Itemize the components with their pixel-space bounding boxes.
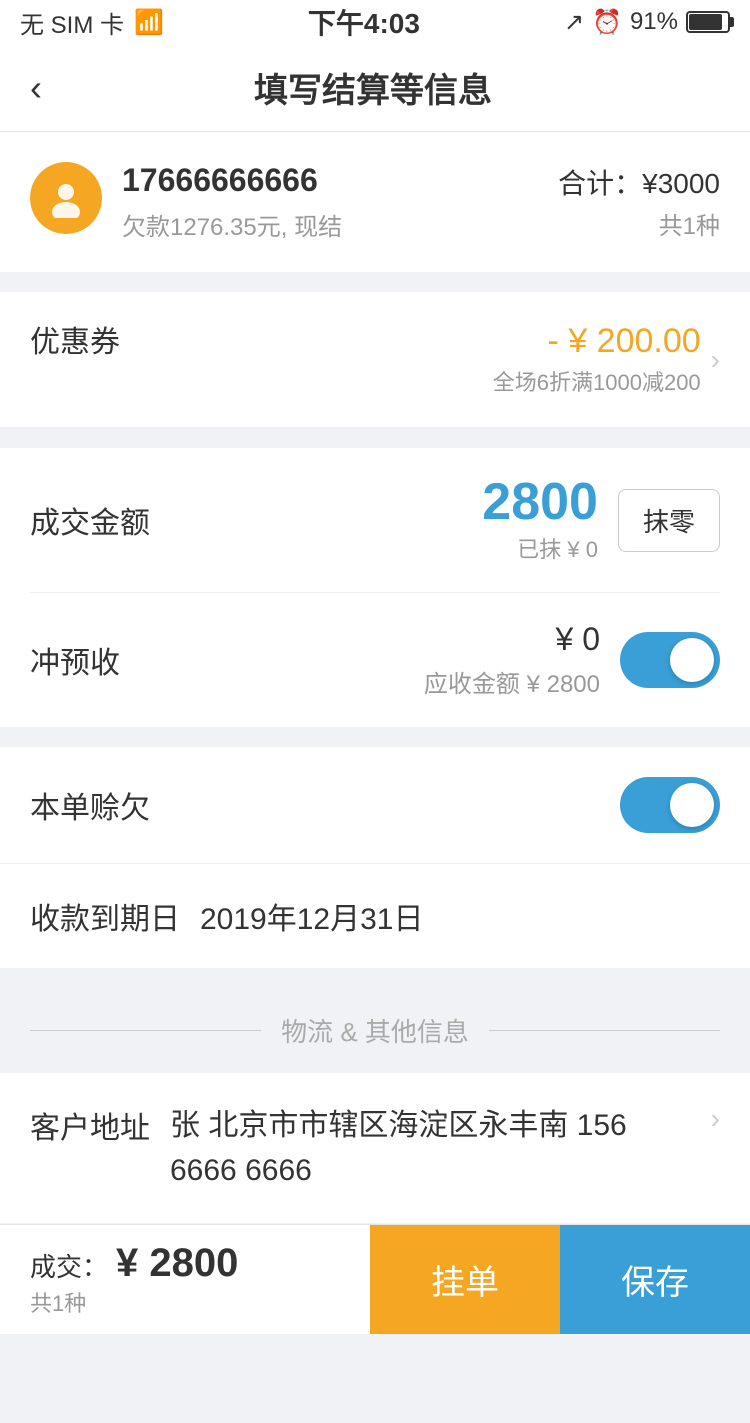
debt-label: 本单赊欠 [30, 783, 150, 827]
round-button[interactable]: 抹零 [618, 489, 720, 552]
section-gap-3 [0, 727, 750, 747]
amount-section: 成交金额 2800 已抹 ¥ 0 抹零 冲预收 ¥ 0 应收金额 ¥ 2800 [0, 448, 750, 727]
page-title: 填写结算等信息 [62, 63, 684, 112]
transaction-row: 成交金额 2800 已抹 ¥ 0 抹零 [30, 448, 720, 593]
transaction-label: 成交金额 [30, 498, 150, 542]
customer-left: 17666666666 欠款1276.35元, 现结 [30, 162, 342, 242]
status-time: 下午4:03 [308, 2, 420, 42]
customer-card: 17666666666 欠款1276.35元, 现结 合计：¥3000 共1种 [0, 132, 750, 272]
total-count: 共1种 [558, 206, 720, 241]
prepaid-desc: 应收金额 ¥ 2800 [424, 664, 600, 699]
footer: 成交： ¥ 2800 共1种 挂单 保存 [0, 1224, 750, 1334]
address-value: 张 北京市市辖区海淀区永丰南 156 6666 6666 [170, 1103, 691, 1193]
coupon-discount: - ¥ 200.00 [493, 322, 701, 361]
transaction-value: 2800 [482, 476, 598, 528]
divider-line-left [30, 1030, 261, 1031]
footer-trade-label: 成交： [30, 1247, 108, 1284]
status-right: ↗ ⏰ 91% [564, 8, 730, 37]
wifi-icon: 📶 [134, 8, 164, 37]
logistics-label: 物流 & 其他信息 [281, 1012, 469, 1049]
prepaid-amount: ¥ 0 [556, 621, 600, 658]
nav-bar: ‹ 填写结算等信息 [0, 44, 750, 132]
section-gap-4 [0, 968, 750, 988]
status-bar: 无 SIM 卡 📶 下午4:03 ↗ ⏰ 91% [0, 0, 750, 44]
customer-sub-text: 欠款1276.35元, 现结 [122, 207, 342, 242]
transaction-sub: 已抹 ¥ 0 [482, 532, 598, 564]
coupon-chevron-icon: › [711, 344, 720, 376]
debt-section: 本单赊欠 [0, 747, 750, 863]
address-chevron-icon: › [711, 1103, 720, 1135]
address-section[interactable]: 客户地址 张 北京市市辖区海淀区永丰南 156 6666 6666 › [0, 1073, 750, 1223]
alarm-icon: ⏰ [592, 8, 622, 37]
date-section: 收款到期日 2019年12月31日 [0, 863, 750, 968]
section-gap-2 [0, 428, 750, 448]
customer-right: 合计：¥3000 共1种 [558, 162, 720, 241]
debt-toggle[interactable] [620, 777, 720, 833]
date-label: 收款到期日 [30, 894, 180, 938]
total-amount: 合计：¥3000 [558, 162, 720, 202]
date-value: 2019年12月31日 [200, 894, 423, 938]
footer-count: 共1种 [30, 1286, 340, 1318]
prepaid-row: 冲预收 ¥ 0 应收金额 ¥ 2800 [30, 593, 720, 727]
coupon-row[interactable]: 优惠券 - ¥ 200.00 全场6折满1000减200 › [0, 292, 750, 428]
prepaid-label: 冲预收 [30, 638, 120, 682]
divider-line-right [489, 1030, 720, 1031]
save-button[interactable]: 保存 [560, 1225, 750, 1334]
coupon-right: - ¥ 200.00 全场6折满1000减200 › [493, 322, 720, 397]
pending-button[interactable]: 挂单 [370, 1225, 560, 1334]
customer-info: 17666666666 欠款1276.35元, 现结 [122, 162, 342, 242]
logistics-divider: 物流 & 其他信息 [0, 988, 750, 1073]
transaction-right: 2800 已抹 ¥ 0 抹零 [482, 476, 720, 564]
battery-percentage: 91% [630, 8, 678, 36]
location-icon: ↗ [564, 8, 584, 37]
footer-amount: ¥ 2800 [116, 1241, 238, 1286]
footer-info: 成交： ¥ 2800 共1种 [0, 1225, 370, 1334]
status-left: 无 SIM 卡 📶 [20, 5, 164, 40]
customer-phone: 17666666666 [122, 162, 342, 199]
prepaid-toggle[interactable] [620, 632, 720, 688]
prepaid-right: ¥ 0 应收金额 ¥ 2800 [424, 621, 600, 699]
coupon-description: 全场6折满1000减200 [493, 365, 701, 397]
avatar [30, 162, 102, 234]
coupon-label: 优惠券 [30, 322, 120, 364]
address-label: 客户地址 [30, 1103, 150, 1147]
battery-icon [686, 11, 730, 33]
section-gap-1 [0, 272, 750, 292]
back-button[interactable]: ‹ [30, 67, 42, 109]
carrier-text: 无 SIM 卡 [20, 5, 124, 40]
